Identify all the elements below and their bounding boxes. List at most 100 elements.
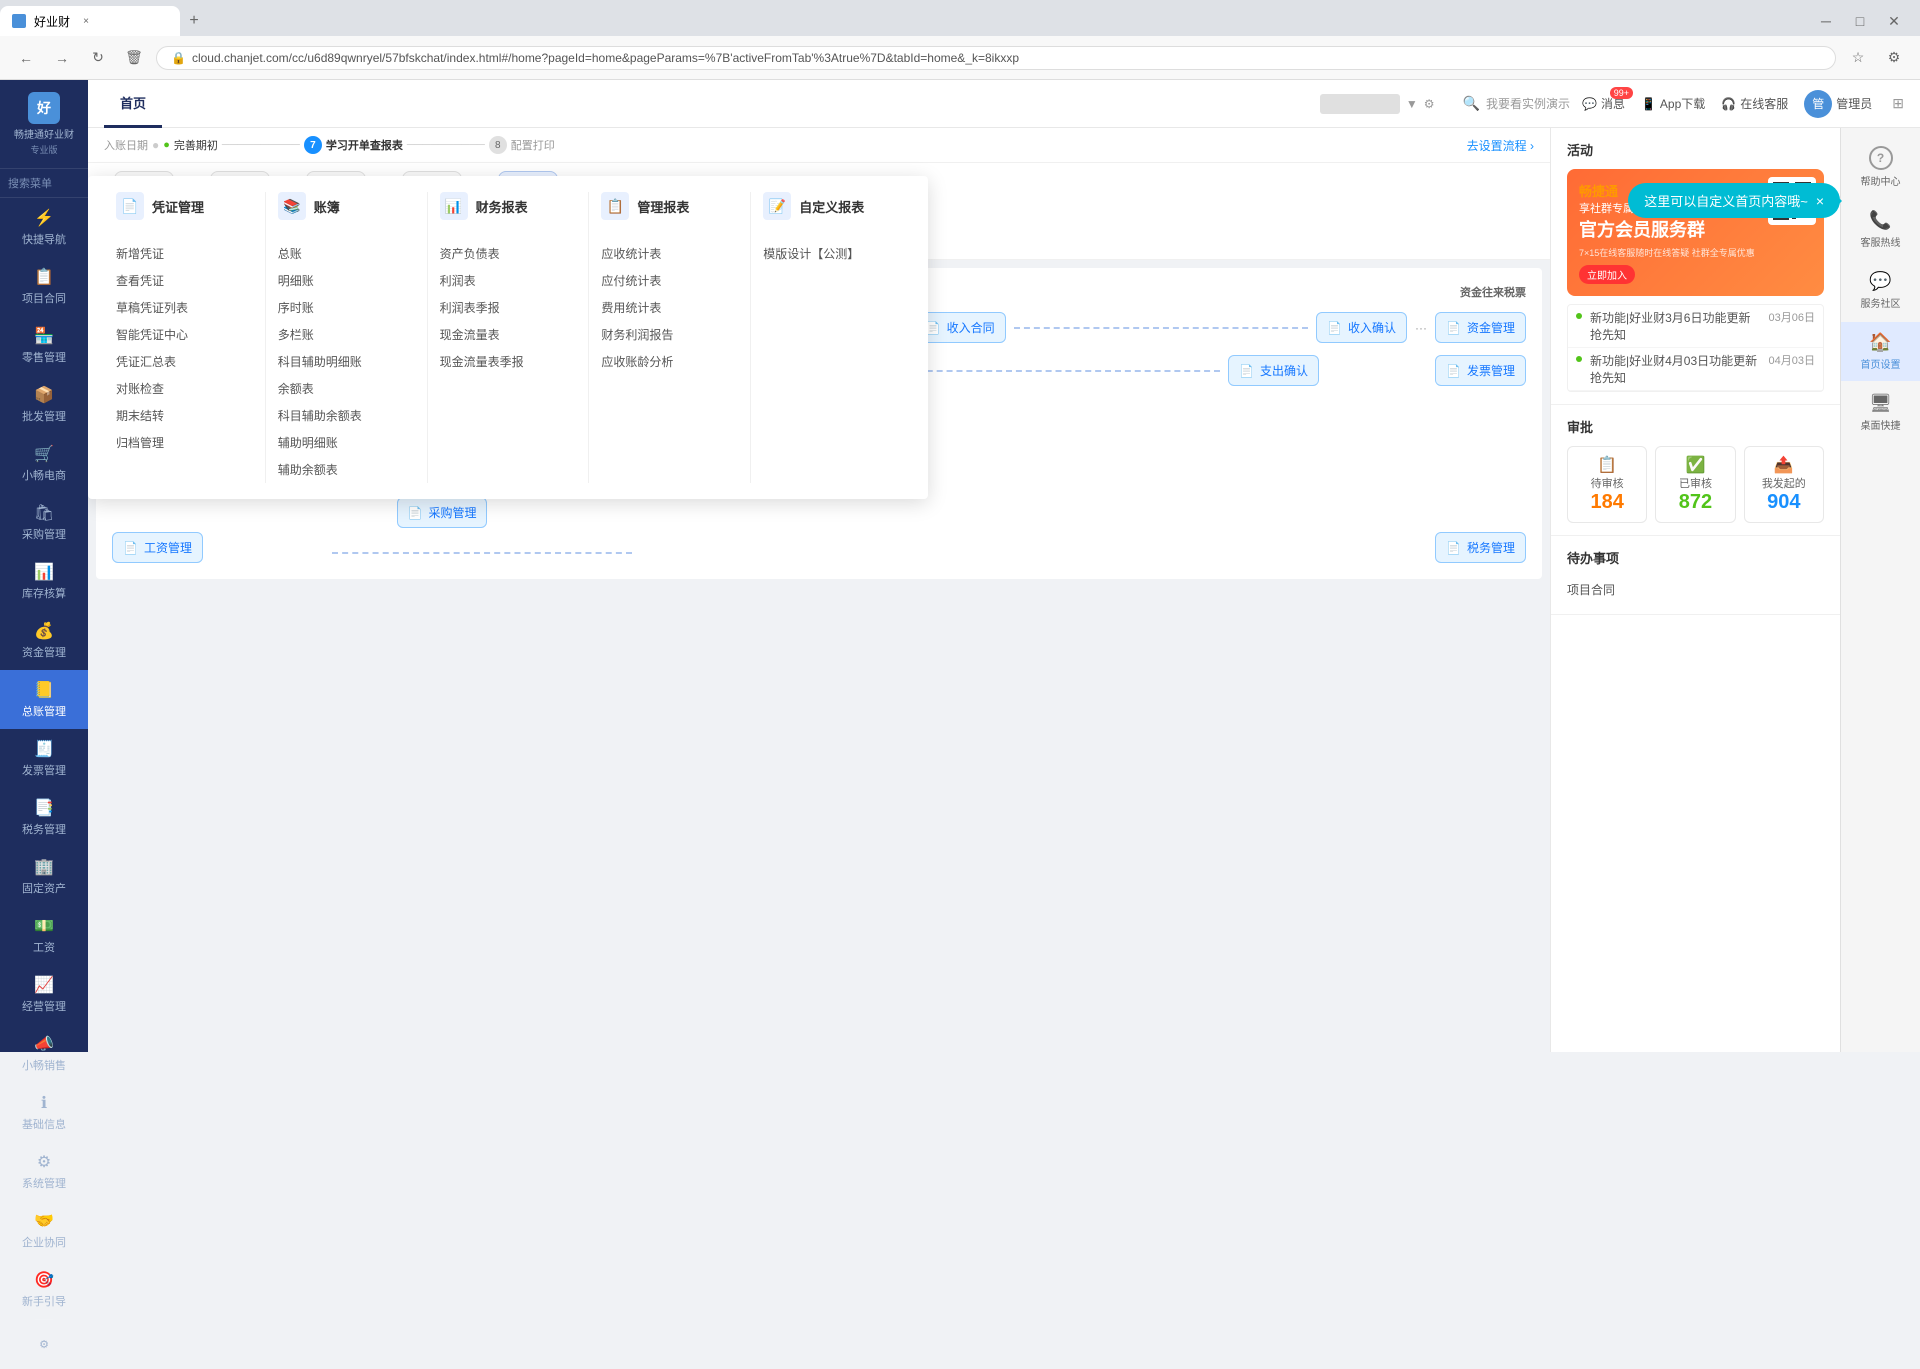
extension-btn[interactable]: ⚙ — [1880, 44, 1908, 72]
sidebar-item-invoice[interactable]: 🧾 发票管理 — [0, 729, 88, 788]
flow-box-purchase[interactable]: 📄 采购管理 — [397, 497, 488, 528]
right-sidebar-community[interactable]: 💬 服务社区 — [1841, 261, 1920, 320]
sidebar-item-collab[interactable]: 🤝 企业协同 — [0, 1201, 88, 1260]
menu-income-q[interactable]: 利润表季报 — [440, 294, 577, 321]
right-sidebar-desktop[interactable]: 🖥 桌面快捷 — [1841, 383, 1920, 442]
system-icon: ⚙ — [37, 1152, 51, 1172]
sidebar-item-fund[interactable]: 💰 资金管理 — [0, 611, 88, 670]
back-btn[interactable]: ← — [12, 44, 40, 72]
sidebar-item-ledger[interactable]: 📒 总账管理 — [0, 670, 88, 729]
news-text-1[interactable]: 新功能|好业财3月6日功能更新抢先知 — [1590, 309, 1761, 343]
menu-cashflow[interactable]: 现金流量表 — [440, 321, 577, 348]
tooltip-close-btn[interactable]: × — [1816, 193, 1824, 209]
menu-ar-stat[interactable]: 应收统计表 — [601, 240, 738, 267]
step-complete-icon: ● — [163, 139, 170, 151]
close-browser-btn[interactable]: ✕ — [1880, 7, 1908, 35]
sidebar-item-wholesale[interactable]: 📦 批发管理 — [0, 375, 88, 434]
menu-subject-aux-balance[interactable]: 科目辅助余额表 — [278, 402, 415, 429]
flow-box-salary[interactable]: 📄 工资管理 — [112, 532, 203, 563]
sidebar-item-ecommerce[interactable]: 🛒 小畅电商 — [0, 434, 88, 493]
sidebar-item-operations[interactable]: 📈 经营管理 — [0, 965, 88, 1024]
sidebar-item-sales[interactable]: 📣 小畅销售 — [0, 1024, 88, 1083]
menu-balance-sheet[interactable]: 资产负债表 — [440, 240, 577, 267]
forward-btn[interactable]: → — [48, 44, 76, 72]
menu-ap-stat[interactable]: 应付统计表 — [601, 267, 738, 294]
sidebar-item-retail[interactable]: 🏪 零售管理 — [0, 316, 88, 375]
minimize-btn[interactable]: ─ — [1812, 7, 1840, 35]
news-text-2[interactable]: 新功能|好业财4月03日功能更新抢先知 — [1590, 352, 1761, 386]
sidebar-item-purchase[interactable]: 🛍 采购管理 — [0, 493, 88, 552]
flow-box-fund[interactable]: 📄 资金管理 — [1435, 312, 1526, 343]
active-tab[interactable]: 好业财 × — [0, 6, 180, 36]
menu-aux-detail[interactable]: 辅助明细账 — [278, 429, 415, 456]
menu-income-stmt[interactable]: 利润表 — [440, 267, 577, 294]
sidebar-version: 专业版 — [30, 143, 57, 156]
menu-expense-stat[interactable]: 费用统计表 — [601, 294, 738, 321]
app-download-btn[interactable]: 📱 App下载 — [1641, 95, 1705, 112]
menu-cashflow-q[interactable]: 现金流量表季报 — [440, 348, 577, 375]
pending-item-1[interactable]: 项目合同 — [1567, 577, 1824, 602]
flow-box-income-confirm[interactable]: 📄 收入确认 — [1316, 312, 1407, 343]
flow-box-tax[interactable]: 📄 税务管理 — [1435, 532, 1526, 563]
menu-new-voucher[interactable]: 新增凭证 — [116, 240, 253, 267]
menu-journal[interactable]: 序时账 — [278, 294, 415, 321]
sidebar-item-tax[interactable]: 📑 税务管理 — [0, 788, 88, 847]
menu-balance[interactable]: 余额表 — [278, 375, 415, 402]
pending-count: 184 — [1576, 491, 1638, 514]
menu-archive[interactable]: 归档管理 — [116, 429, 253, 456]
ledger-title: 账簿 — [314, 197, 340, 216]
right-sidebar-help[interactable]: ? 帮助中心 — [1841, 136, 1920, 198]
user-name: 管理员 — [1836, 95, 1872, 112]
menu-period-transfer[interactable]: 期末结转 — [116, 402, 253, 429]
sidebar-item-salary[interactable]: 💵 工资 — [0, 906, 88, 965]
menu-general-ledger[interactable]: 总账 — [278, 240, 415, 267]
approval-card-pending[interactable]: 📋 待审核 184 — [1567, 446, 1647, 523]
flow-box-income-contract[interactable]: 📄 收入合同 — [915, 312, 1006, 343]
online-service-btn[interactable]: 🎧 在线客服 — [1721, 95, 1788, 112]
sidebar-settings-btn[interactable]: ⚙ — [35, 1330, 53, 1359]
restore-btn[interactable]: □ — [1846, 7, 1874, 35]
menu-smart-center[interactable]: 智能凭证中心 — [116, 321, 253, 348]
menu-detail-ledger[interactable]: 明细账 — [278, 267, 415, 294]
settings-icon[interactable]: ⚙ — [1424, 97, 1435, 111]
sidebar-item-guide[interactable]: 🎯 新手引导 — [0, 1260, 88, 1319]
user-menu[interactable]: 管 管理员 — [1804, 90, 1872, 118]
menu-view-voucher[interactable]: 查看凭证 — [116, 267, 253, 294]
goto-flow-btn[interactable]: 去设置流程 › — [1467, 137, 1534, 154]
sidebar-item-system[interactable]: ⚙ 系统管理 — [0, 1142, 88, 1201]
tab-close-btn[interactable]: × — [78, 13, 94, 29]
reload-btn[interactable]: ↻ — [84, 44, 112, 72]
sidebar-item-project-contract[interactable]: 📋 项目合同 — [0, 257, 88, 316]
home-tab[interactable]: 首页 — [104, 80, 162, 128]
right-sidebar-hotline[interactable]: 📞 客服热线 — [1841, 200, 1920, 259]
url-bar[interactable]: 🔒 cloud.chanjet.com/cc/u6d89qwnryel/57bf… — [156, 46, 1836, 70]
menu-subject-aux-detail[interactable]: 科目辅助明细账 — [278, 348, 415, 375]
sidebar-item-fixed-assets[interactable]: 🏢 固定资产 — [0, 847, 88, 906]
menu-draft-voucher[interactable]: 草稿凭证列表 — [116, 294, 253, 321]
approval-card-sent[interactable]: 📤 我发起的 904 — [1744, 446, 1824, 523]
bookmark-btn[interactable]: ☆ — [1844, 44, 1872, 72]
menu-multi-column[interactable]: 多栏账 — [278, 321, 415, 348]
right-sidebar-home-settings[interactable]: 🏠 首页设置 — [1841, 322, 1920, 381]
delete-btn[interactable]: 🗑 — [120, 44, 148, 72]
search-menu-bar[interactable]: 搜索菜单 — [0, 169, 88, 198]
menu-reconcile[interactable]: 对账检查 — [116, 375, 253, 402]
menu-aux-balance[interactable]: 辅助余额表 — [278, 456, 415, 483]
sidebar-item-base-info[interactable]: ℹ 基础信息 — [0, 1083, 88, 1142]
approval-card-done[interactable]: ✅ 已审核 872 — [1655, 446, 1735, 523]
flow-box-expense-confirm[interactable]: 📄 支出确认 — [1228, 355, 1319, 386]
sidebar-item-quick-nav[interactable]: ⚡ 快捷导航 — [0, 198, 88, 257]
menu-voucher-summary[interactable]: 凭证汇总表 — [116, 348, 253, 375]
demo-search[interactable]: 🔍 我要看实例演示 — [1463, 95, 1570, 112]
sidebar-item-inventory[interactable]: 📊 库存核算 — [0, 552, 88, 611]
company-selector[interactable]: ▼ ⚙ — [1320, 94, 1435, 114]
expand-btn[interactable]: ⊞ — [1892, 95, 1904, 112]
message-btn[interactable]: 💬 消息 99+ — [1582, 95, 1625, 112]
join-btn[interactable]: 立即加入 — [1579, 265, 1635, 284]
menu-profit-report[interactable]: 财务利润报告 — [601, 321, 738, 348]
new-tab-btn[interactable]: + — [180, 7, 208, 35]
flow-box-invoice[interactable]: 📄 发票管理 — [1435, 355, 1526, 386]
menu-ar-aging[interactable]: 应收账龄分析 — [601, 348, 738, 375]
menu-template-design[interactable]: 模版设计【公测】 — [763, 240, 900, 267]
tab-title: 好业财 — [34, 13, 70, 30]
